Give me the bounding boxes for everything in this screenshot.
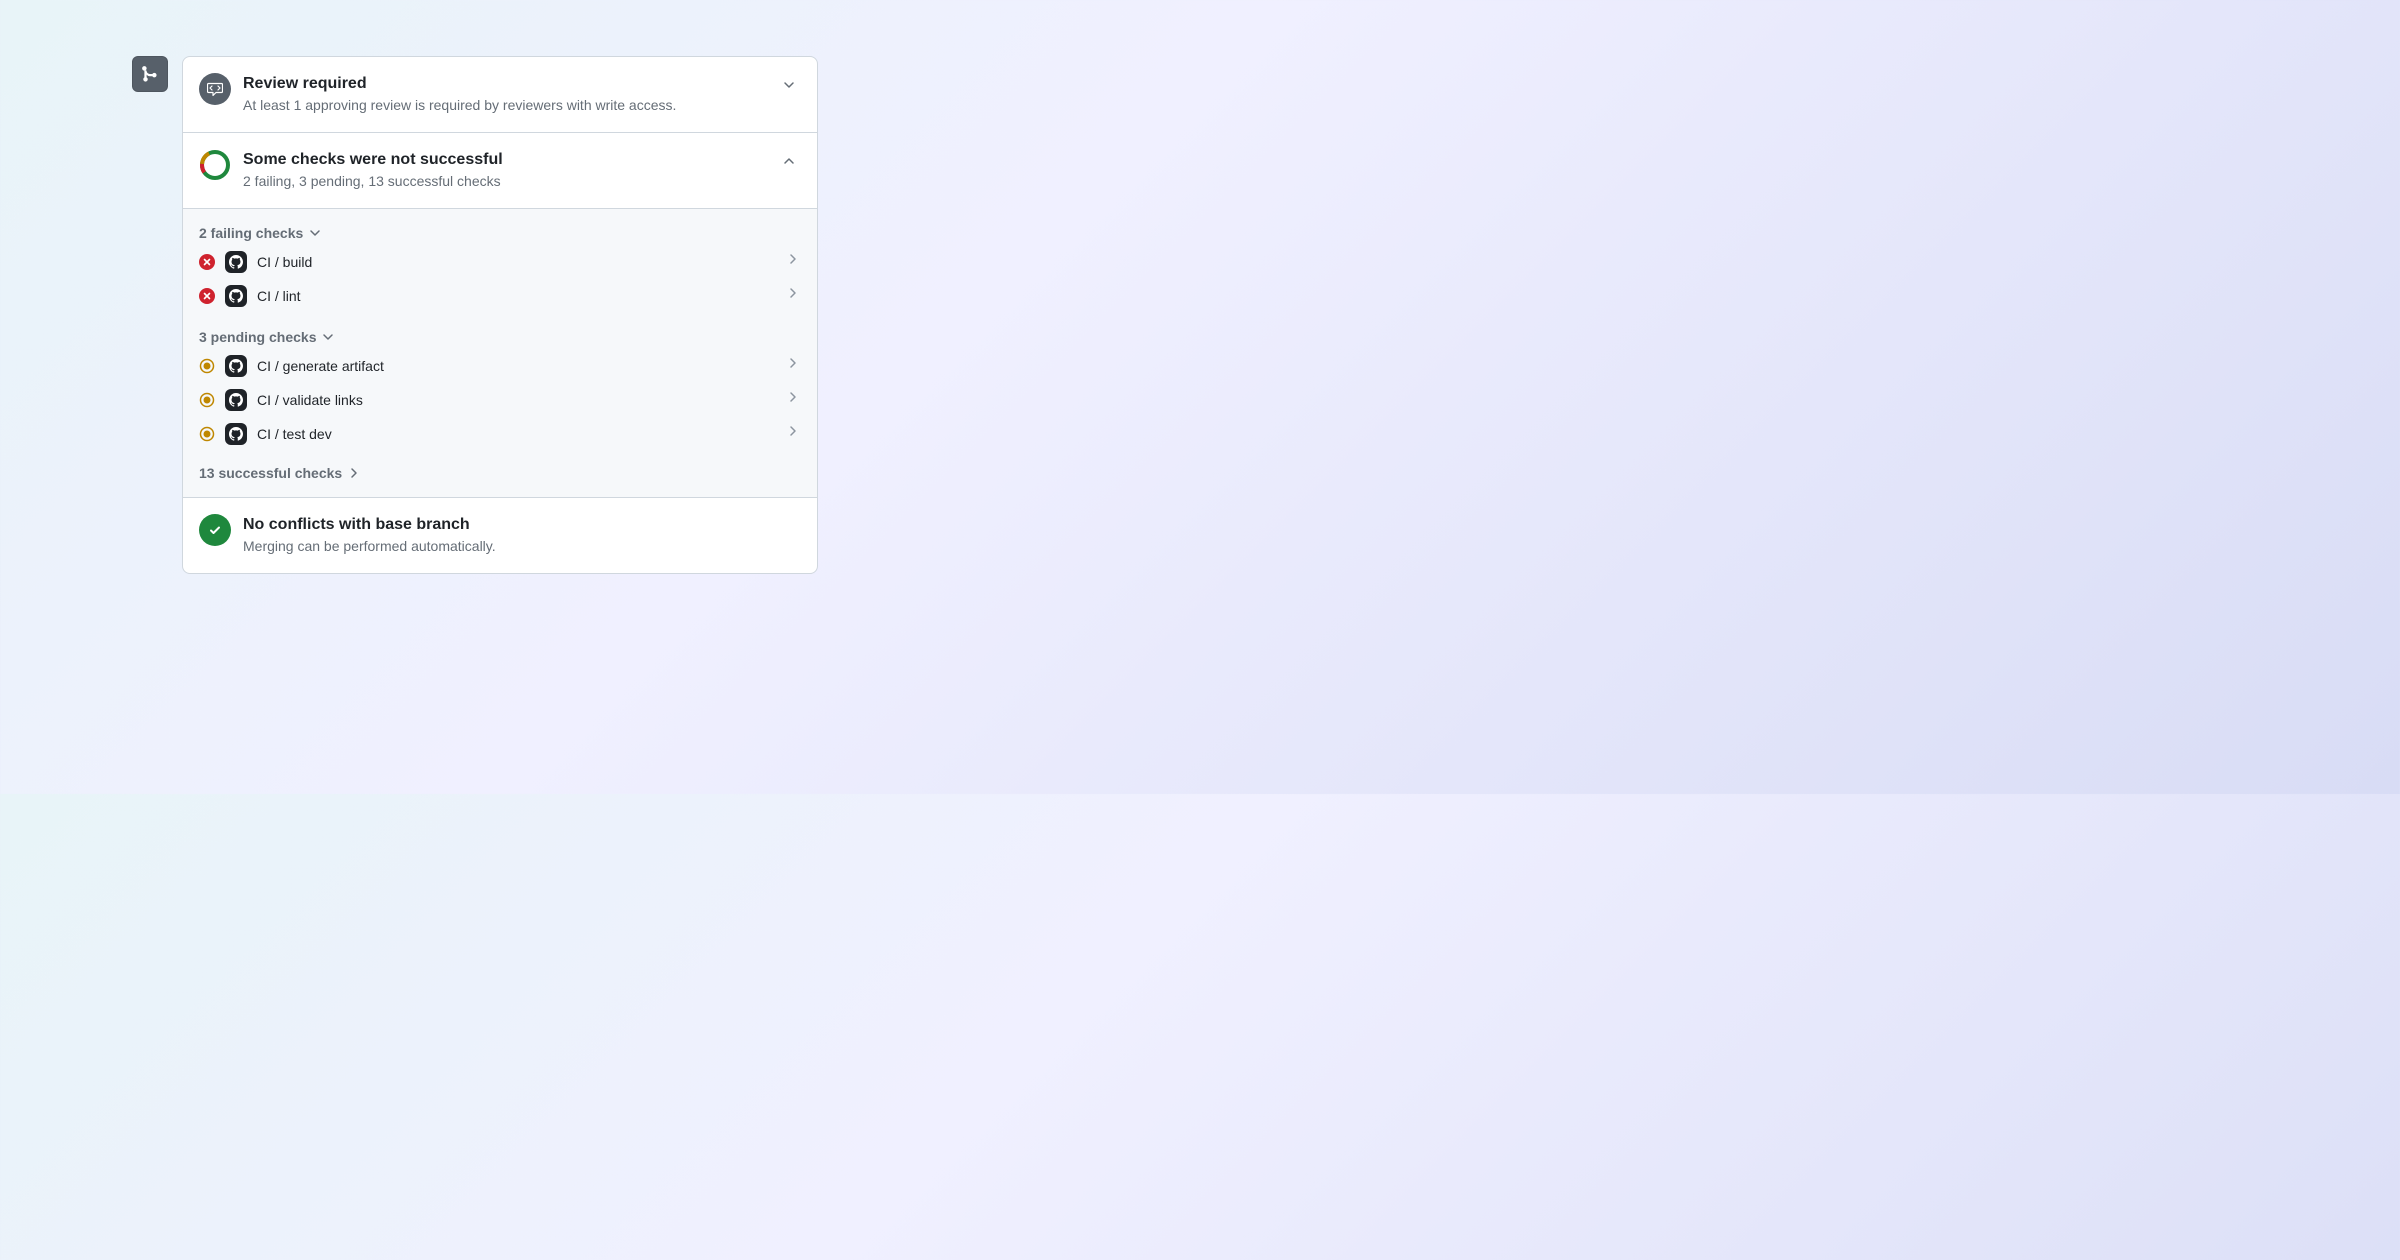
review-title: Review required [243, 73, 765, 95]
checks-subtitle: 2 failing, 3 pending, 13 successful chec… [243, 172, 765, 192]
pending-checks-label: 3 pending checks [199, 329, 316, 345]
github-actions-icon [225, 389, 247, 411]
github-actions-icon [225, 251, 247, 273]
check-row[interactable]: CI / validate links [183, 383, 817, 417]
check-row[interactable]: CI / generate artifact [183, 349, 817, 383]
check-name: CI / validate links [257, 392, 775, 408]
failing-checks-label: 2 failing checks [199, 225, 303, 241]
pending-icon [199, 392, 215, 408]
review-subtitle: At least 1 approving review is required … [243, 96, 765, 116]
git-merge-icon [132, 56, 168, 92]
checks-section: Some checks were not successful 2 failin… [183, 132, 817, 208]
chevron-right-icon [785, 389, 801, 410]
expand-review-button[interactable] [777, 73, 801, 97]
check-row[interactable]: CI / test dev [183, 417, 817, 451]
chevron-right-icon [785, 423, 801, 444]
merge-section: No conflicts with base branch Merging ca… [183, 497, 817, 573]
chevron-down-icon [320, 329, 336, 345]
chevron-right-icon [785, 251, 801, 272]
review-section: Review required At least 1 approving rev… [183, 57, 817, 132]
merge-panel: Review required At least 1 approving rev… [182, 56, 818, 574]
pending-icon [199, 358, 215, 374]
success-check-icon [199, 514, 231, 546]
checks-title: Some checks were not successful [243, 149, 765, 171]
chevron-right-icon [785, 355, 801, 376]
successful-checks-label: 13 successful checks [199, 465, 342, 481]
failing-checks-toggle[interactable]: 2 failing checks [183, 217, 817, 245]
merge-title: No conflicts with base branch [243, 514, 801, 536]
chevron-down-icon [307, 225, 323, 241]
check-name: CI / lint [257, 288, 775, 304]
check-row[interactable]: CI / lint [183, 279, 817, 313]
checks-list: 2 failing checks CI / build CI / lint [183, 208, 817, 497]
pending-checks-toggle[interactable]: 3 pending checks [183, 313, 817, 349]
successful-checks-toggle[interactable]: 13 successful checks [183, 451, 817, 485]
check-name: CI / generate artifact [257, 358, 775, 374]
merge-subtitle: Merging can be performed automatically. [243, 537, 801, 557]
chevron-right-icon [346, 465, 362, 481]
fail-icon [199, 288, 215, 304]
collapse-checks-button[interactable] [777, 149, 801, 173]
code-review-icon [199, 73, 231, 105]
github-actions-icon [225, 423, 247, 445]
pending-icon [199, 426, 215, 442]
fail-icon [199, 254, 215, 270]
check-name: CI / test dev [257, 426, 775, 442]
checks-status-donut-icon [199, 149, 231, 181]
github-actions-icon [225, 285, 247, 307]
check-name: CI / build [257, 254, 775, 270]
github-actions-icon [225, 355, 247, 377]
chevron-right-icon [785, 285, 801, 306]
check-row[interactable]: CI / build [183, 245, 817, 279]
